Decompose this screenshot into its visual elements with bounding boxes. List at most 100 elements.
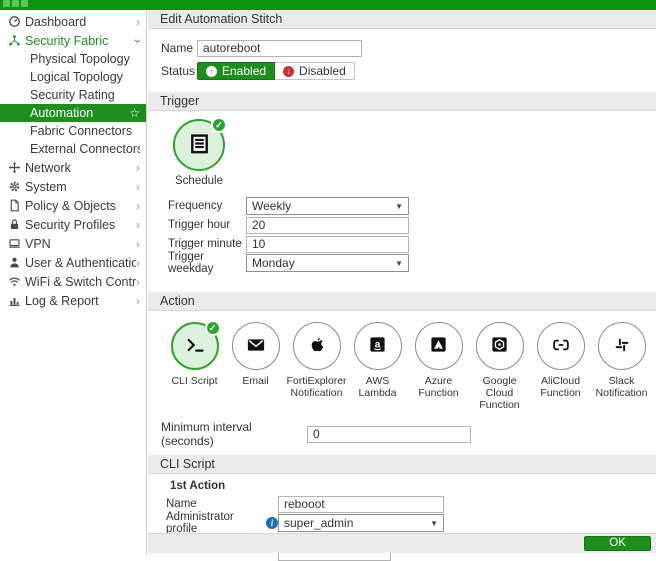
action-tile-label: Email bbox=[224, 375, 288, 387]
trigger-hour-label: Trigger hour bbox=[168, 219, 246, 231]
sidebar-item-security-rating[interactable]: Security Rating bbox=[0, 86, 146, 104]
main-panel: Edit Automation Stitch Name Status ↑ Ena… bbox=[148, 10, 656, 555]
action-tile-alicloud-function[interactable]: AliCloud Function bbox=[530, 322, 591, 411]
frequency-select[interactable]: Weekly▼ bbox=[246, 197, 409, 215]
trigger-hour-input[interactable] bbox=[246, 217, 409, 234]
action-tiles: ✓CLI ScriptEmailFortiExplorer Notificati… bbox=[164, 322, 656, 411]
selected-check-icon: ✓ bbox=[205, 320, 221, 336]
email-icon bbox=[246, 335, 266, 358]
chevron-right-icon: › bbox=[136, 16, 140, 28]
disabled-button-label: Disabled bbox=[299, 64, 346, 78]
dropdown-arrow-icon: ▼ bbox=[395, 259, 403, 268]
azure-function-icon bbox=[429, 335, 448, 357]
fortinet-logo-icon bbox=[3, 0, 28, 7]
sidebar-item-label: WiFi & Switch Controller bbox=[25, 275, 136, 289]
sidebar-item-log-report[interactable]: Log & Report› bbox=[0, 291, 146, 310]
sidebar-item-security-fabric[interactable]: Security Fabric› bbox=[0, 31, 146, 50]
sidebar-item-label: VPN bbox=[25, 237, 136, 251]
sidebar-item-label: Network bbox=[25, 161, 136, 175]
action-tile-email[interactable]: Email bbox=[225, 322, 286, 411]
trigger-weekday-select[interactable]: Monday▼ bbox=[246, 254, 409, 272]
selected-value: Weekly bbox=[252, 199, 291, 213]
chevron-right-icon: › bbox=[136, 257, 140, 269]
sidebar-item-label: Policy & Objects bbox=[25, 199, 136, 213]
google-cloud-function-icon bbox=[490, 335, 509, 357]
sidebar-item-security-profiles[interactable]: Security Profiles› bbox=[0, 215, 146, 234]
sidebar-item-user-authentication[interactable]: User & Authentication› bbox=[0, 253, 146, 272]
security-fabric-icon bbox=[8, 34, 25, 47]
trigger-minute-input[interactable] bbox=[246, 236, 409, 253]
chevron-right-icon: › bbox=[136, 219, 140, 231]
cli-name-input[interactable] bbox=[278, 496, 444, 513]
action-tile-label: AliCloud Function bbox=[529, 375, 593, 399]
fortiexplorer-icon bbox=[308, 336, 326, 357]
info-icon[interactable]: i bbox=[266, 517, 278, 529]
sidebar-item-fabric-connectors[interactable]: Fabric Connectors bbox=[0, 122, 146, 140]
security-profiles-icon bbox=[8, 218, 25, 231]
user-authentication-icon bbox=[8, 256, 25, 269]
sidebar-item-external-connectors[interactable]: External Connectors bbox=[0, 140, 146, 158]
chevron-right-icon: › bbox=[136, 200, 140, 212]
selected-check-icon: ✓ bbox=[211, 117, 227, 133]
ok-button[interactable]: OK bbox=[584, 536, 651, 551]
schedule-icon bbox=[188, 132, 211, 158]
chevron-right-icon: › bbox=[136, 238, 140, 250]
trigger-section-header: Trigger bbox=[148, 92, 656, 111]
page-title: Edit Automation Stitch bbox=[148, 10, 656, 29]
action-section-header: Action bbox=[148, 292, 656, 311]
min-interval-input[interactable] bbox=[307, 426, 471, 443]
sidebar-item-policy-objects[interactable]: Policy & Objects› bbox=[0, 196, 146, 215]
action-tile-fortiexplorer-notification[interactable]: FortiExplorer Notification bbox=[286, 322, 347, 411]
action-tile-aws-lambda[interactable]: aAWS Lambda bbox=[347, 322, 408, 411]
sidebar-item-label: Log & Report bbox=[25, 294, 136, 308]
footer-bar: OK bbox=[148, 533, 656, 553]
sidebar-item-label: Logical Topology bbox=[30, 70, 140, 84]
vpn-icon bbox=[8, 237, 25, 250]
sidebar-item-wifi-switch-controller[interactable]: WiFi & Switch Controller› bbox=[0, 272, 146, 291]
admin-profile-label: Administrator profile bbox=[166, 511, 262, 535]
sidebar-item-logical-topology[interactable]: Logical Topology bbox=[0, 68, 146, 86]
action-tile-azure-function[interactable]: Azure Function bbox=[408, 322, 469, 411]
sidebar-item-label: Dashboard bbox=[25, 15, 136, 29]
cli-name-label: Name bbox=[166, 498, 278, 510]
sidebar-item-automation[interactable]: Automation☆ bbox=[0, 104, 146, 122]
chevron-right-icon: › bbox=[136, 181, 140, 193]
top-bar bbox=[0, 0, 656, 10]
sidebar-item-network[interactable]: Network› bbox=[0, 158, 146, 177]
action-tile-label: Azure Function bbox=[407, 375, 471, 399]
admin-profile-select[interactable]: super_admin ▼ bbox=[278, 514, 444, 532]
trigger-minute-label: Trigger minute bbox=[168, 238, 246, 250]
enabled-button-label: Enabled bbox=[222, 64, 266, 78]
sidebar-item-label: System bbox=[25, 180, 136, 194]
action-tile-label: AWS Lambda bbox=[346, 375, 410, 399]
sidebar-item-dashboard[interactable]: Dashboard› bbox=[0, 12, 146, 31]
sidebar-item-label: Security Rating bbox=[30, 88, 140, 102]
status-disabled-button[interactable]: ↓ Disabled bbox=[275, 62, 355, 80]
trigger-weekday-label: Trigger weekday bbox=[168, 251, 246, 275]
status-enabled-button[interactable]: ↑ Enabled bbox=[197, 62, 275, 80]
action-tile-slack-notification[interactable]: Slack Notification bbox=[591, 322, 652, 411]
sidebar-item-label: Security Fabric bbox=[25, 34, 136, 48]
chevron-right-icon: › bbox=[136, 295, 140, 307]
action-tile-google-cloud-function[interactable]: Google Cloud Function bbox=[469, 322, 530, 411]
action-tile-label: FortiExplorer Notification bbox=[285, 375, 349, 399]
trigger-tile-schedule[interactable]: ✓ Schedule bbox=[164, 119, 234, 187]
action-tile-label: Google Cloud Function bbox=[468, 375, 532, 411]
trigger-fields: FrequencyWeekly▼Trigger hourTrigger minu… bbox=[168, 197, 656, 272]
action-tile-cli-script[interactable]: ✓CLI Script bbox=[164, 322, 225, 411]
dropdown-arrow-icon: ▼ bbox=[430, 519, 438, 528]
chevron-right-icon: › bbox=[136, 276, 140, 288]
name-input[interactable] bbox=[197, 40, 362, 57]
enabled-arrow-icon: ↑ bbox=[206, 66, 217, 77]
sidebar-item-vpn[interactable]: VPN› bbox=[0, 234, 146, 253]
system-icon bbox=[8, 180, 25, 193]
favorite-star-icon[interactable]: ☆ bbox=[129, 106, 140, 120]
sidebar-item-system[interactable]: System› bbox=[0, 177, 146, 196]
cli-script-icon bbox=[185, 335, 205, 358]
slack-icon bbox=[613, 336, 631, 357]
sidebar-item-label: User & Authentication bbox=[25, 256, 136, 270]
chevron-right-icon: › bbox=[136, 162, 140, 174]
sidebar-item-physical-topology[interactable]: Physical Topology bbox=[0, 50, 146, 68]
sidebar-item-label: Physical Topology bbox=[30, 52, 140, 66]
action-tile-label: Slack Notification bbox=[590, 375, 654, 399]
